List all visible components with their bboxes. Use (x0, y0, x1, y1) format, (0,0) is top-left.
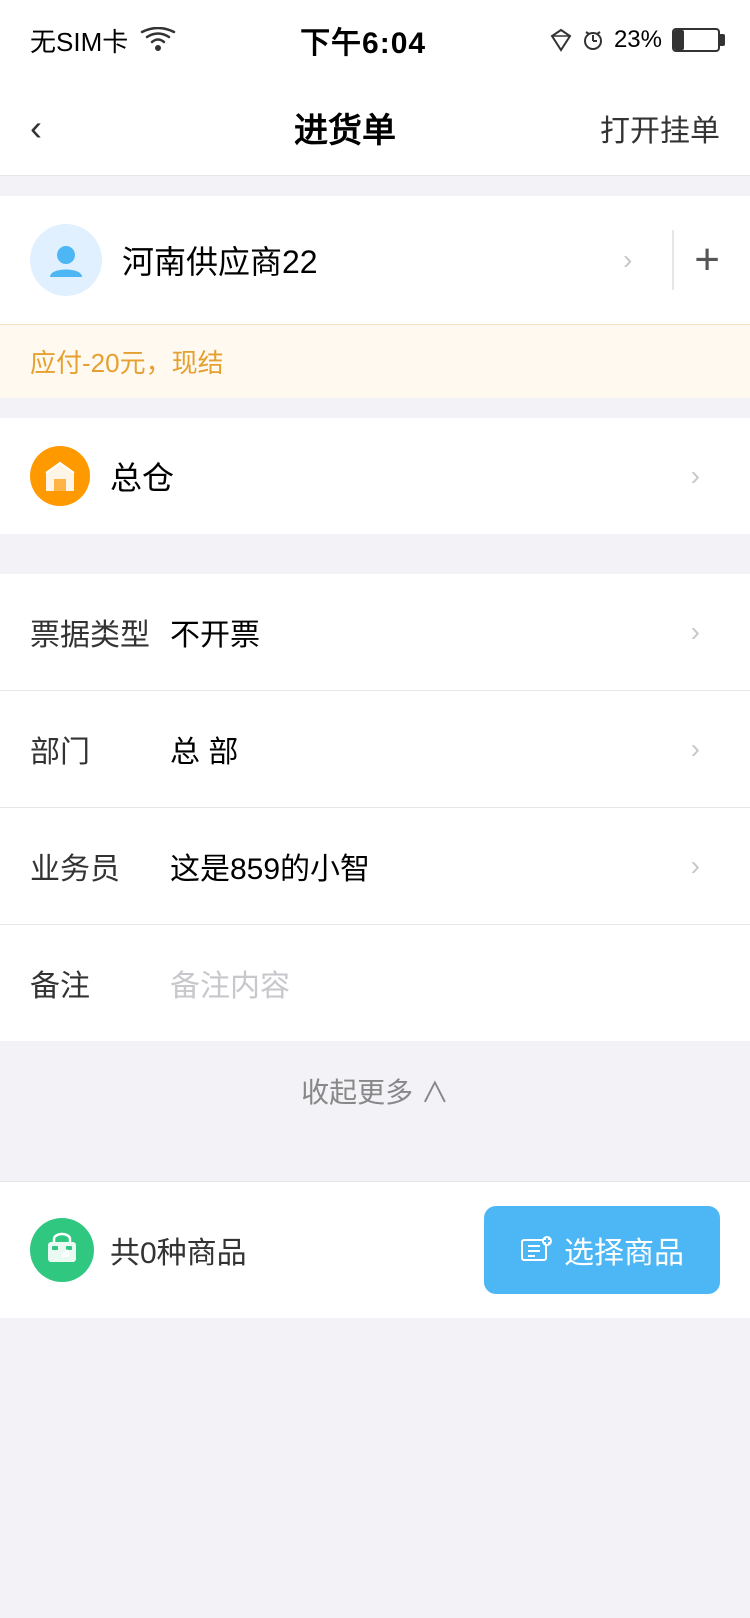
back-button[interactable]: ‹ (30, 107, 90, 149)
notice-banner: 应付-20元，现结 (0, 324, 750, 398)
section-gap-4 (0, 1141, 750, 1161)
warehouse-section: 总仓 › (0, 418, 750, 534)
select-product-icon (520, 1234, 552, 1266)
location-icon (550, 28, 572, 52)
notice-text: 应付-20元，现结 (30, 348, 224, 378)
warehouse-chevron-icon: › (691, 460, 700, 492)
remark-input[interactable]: 备注内容 (170, 961, 720, 1005)
product-icon (30, 1218, 94, 1282)
select-product-label: 选择商品 (564, 1228, 684, 1272)
salesperson-label: 业务员 (30, 844, 170, 888)
salesperson-chevron-icon: › (691, 850, 700, 882)
warehouse-name: 总仓 (110, 453, 691, 499)
battery-percent: 23% (614, 26, 662, 54)
alarm-icon (582, 28, 604, 52)
supplier-name: 河南供应商22 (122, 237, 623, 283)
supplier-row[interactable]: 河南供应商22 › + (0, 196, 750, 324)
status-time: 下午6:04 (300, 18, 426, 62)
supplier-chevron-icon: › (623, 244, 632, 276)
dept-chevron-icon: › (691, 733, 700, 765)
salesperson-row[interactable]: 业务员 这是859的小智 › (0, 808, 750, 925)
product-count-text: 共0种商品 (110, 1228, 247, 1272)
salesperson-value: 这是859的小智 (170, 844, 691, 888)
status-right: 23% (550, 26, 720, 54)
warehouse-icon (30, 446, 90, 506)
form-section: 票据类型 不开票 › 部门 总 部 › 业务员 这是859的小智 › 备注 备注… (0, 574, 750, 1041)
remark-row[interactable]: 备注 备注内容 (0, 925, 750, 1041)
dept-row[interactable]: 部门 总 部 › (0, 691, 750, 808)
nav-bar: ‹ 进货单 打开挂单 (0, 80, 750, 176)
section-gap-2 (0, 398, 750, 418)
battery-icon (672, 28, 720, 52)
warehouse-row[interactable]: 总仓 › (0, 418, 750, 534)
divider (672, 230, 674, 290)
supplier-avatar (30, 224, 102, 296)
select-product-button[interactable]: 选择商品 (484, 1206, 720, 1294)
invoice-chevron-icon: › (691, 616, 700, 648)
collapse-row[interactable]: 收起更多 ∧ (0, 1041, 750, 1141)
invoice-label: 票据类型 (30, 610, 170, 654)
status-left: 无SIM卡 (30, 22, 176, 59)
product-count-wrap: 共0种商品 (30, 1218, 247, 1282)
remark-label: 备注 (30, 961, 170, 1005)
page-title: 进货单 (294, 103, 396, 152)
add-supplier-button[interactable]: + (694, 235, 720, 285)
wifi-icon (140, 27, 176, 53)
avatar-icon (45, 239, 87, 281)
open-pending-button[interactable]: 打开挂单 (600, 106, 720, 150)
section-gap-1 (0, 176, 750, 196)
status-bar: 无SIM卡 下午6:04 23% (0, 0, 750, 80)
page-background (0, 1318, 750, 1618)
dept-label: 部门 (30, 727, 170, 771)
section-gap-3 (0, 534, 750, 554)
collapse-label: 收起更多 ∧ (301, 1071, 449, 1111)
carrier-label: 无SIM卡 (30, 22, 128, 59)
dept-value: 总 部 (170, 727, 691, 771)
cart-icon (44, 1232, 80, 1268)
invoice-value: 不开票 (170, 610, 691, 654)
bottom-bar: 共0种商品 选择商品 (0, 1181, 750, 1318)
supplier-section: 河南供应商22 › + 应付-20元，现结 (0, 196, 750, 398)
invoice-type-row[interactable]: 票据类型 不开票 › (0, 574, 750, 691)
